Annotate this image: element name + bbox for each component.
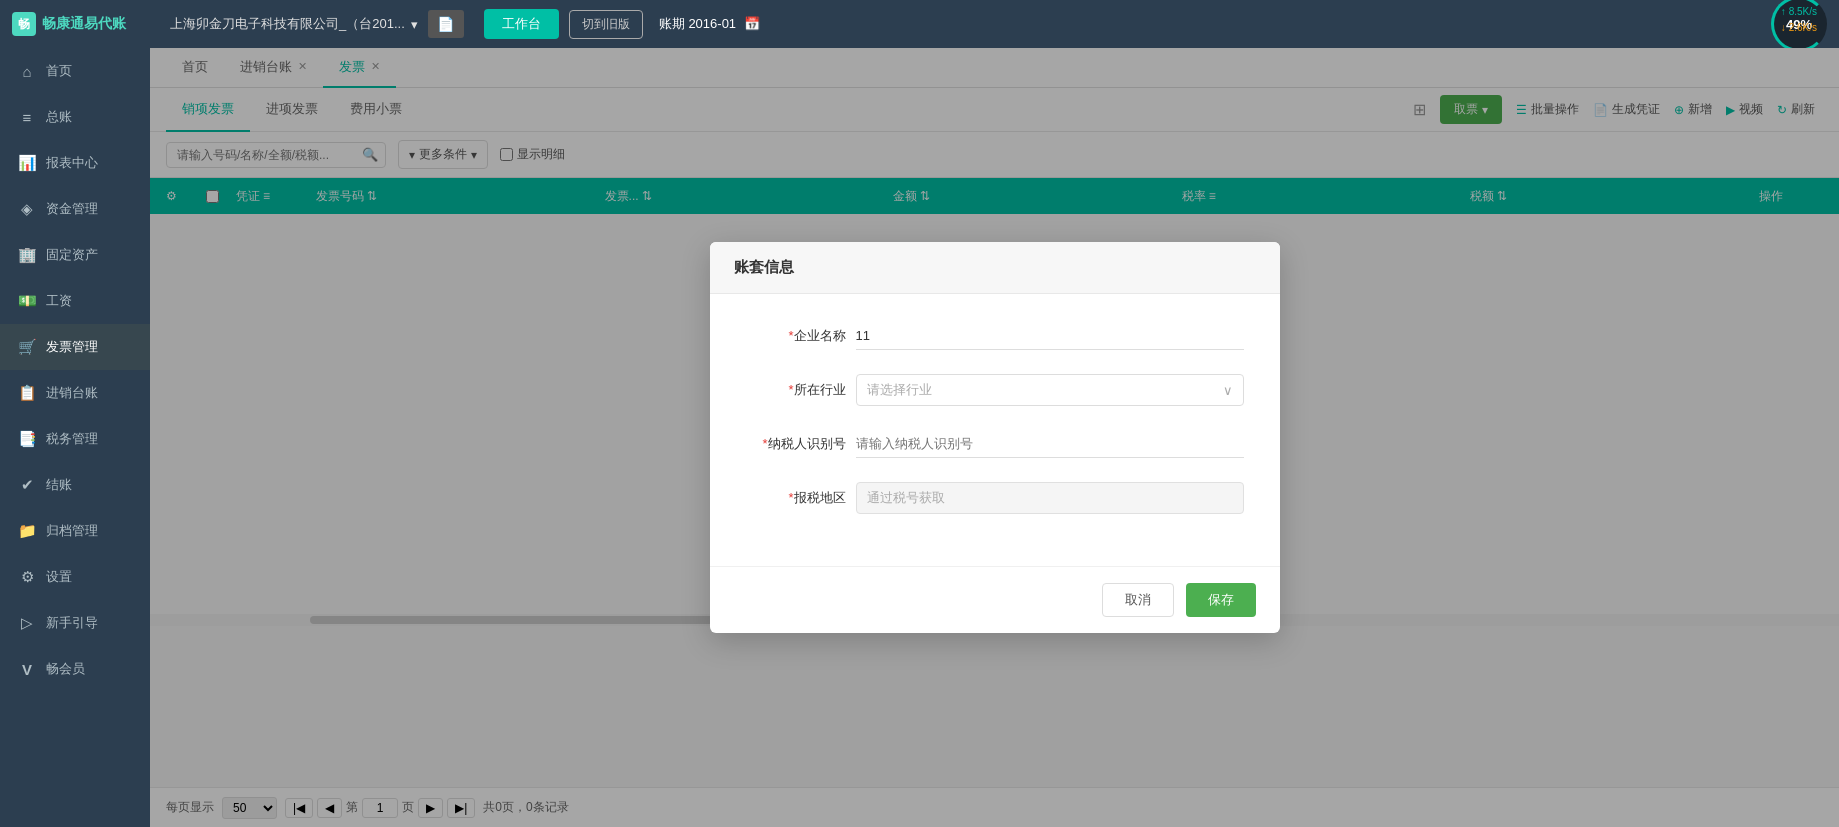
speed-values: ↑ 8.5K/s ↓ 2.6K/s — [1781, 4, 1817, 36]
label-industry: *所在行业 — [746, 381, 856, 399]
industry-placeholder: 请选择行业 — [867, 381, 932, 399]
company-selector[interactable]: 上海卯金刀电子科技有限公司_（台201... ▾ — [170, 15, 418, 33]
sidebar-label-salary: 工资 — [46, 292, 72, 310]
sidebar-item-settings[interactable]: ⚙ 设置 — [0, 554, 150, 600]
archive-icon: 📁 — [18, 522, 36, 540]
document-icon: 📄 — [428, 10, 464, 38]
form-row-tax-id: *纳税人识别号 — [746, 430, 1244, 458]
sidebar-label-home: 首页 — [46, 62, 72, 80]
industry-chevron-icon: ∨ — [1223, 383, 1233, 398]
calendar-icon[interactable]: 📅 — [744, 16, 760, 31]
label-company-name: *企业名称 — [746, 327, 856, 345]
network-widget: 49% ↑ 8.5K/s ↓ 2.6K/s — [1771, 0, 1827, 52]
reports-icon: 📊 — [18, 154, 36, 172]
sidebar-item-ledger[interactable]: ≡ 总账 — [0, 94, 150, 140]
sidebar-item-purchase[interactable]: 📋 进销台账 — [0, 370, 150, 416]
form-row-industry: *所在行业 请选择行业 ∨ — [746, 374, 1244, 406]
sidebar-label-close: 结账 — [46, 476, 72, 494]
workbench-button[interactable]: 工作台 — [484, 9, 559, 39]
cancel-button[interactable]: 取消 — [1102, 583, 1174, 617]
select-industry[interactable]: 请选择行业 ∨ — [856, 374, 1244, 406]
sidebar: ⌂ 首页 ≡ 总账 📊 报表中心 ◈ 资金管理 🏢 固定资产 💵 工资 🛒 发票… — [0, 48, 150, 827]
form-row-company-name: *企业名称 — [746, 322, 1244, 350]
modal-account-info: 账套信息 *企业名称 *所在行业 请选择行业 ∨ — [710, 242, 1280, 633]
sidebar-item-tax[interactable]: 📑 税务管理 — [0, 416, 150, 462]
logo-icon: 畅 — [12, 12, 36, 36]
sidebar-item-close[interactable]: ✔ 结账 — [0, 462, 150, 508]
member-icon: V — [18, 660, 36, 678]
invoices-icon: 🛒 — [18, 338, 36, 356]
label-tax-id: *纳税人识别号 — [746, 435, 856, 453]
required-star-2: * — [788, 382, 793, 397]
logo: 畅 畅康通易代账 — [12, 12, 162, 36]
modal-body: *企业名称 *所在行业 请选择行业 ∨ *纳税人识别号 — [710, 294, 1280, 566]
form-row-tax-region: *报税地区 通过税号获取 — [746, 482, 1244, 514]
sidebar-item-home[interactable]: ⌂ 首页 — [0, 48, 150, 94]
purchase-icon: 📋 — [18, 384, 36, 402]
company-dropdown-icon: ▾ — [411, 17, 418, 32]
guide-icon: ▷ — [18, 614, 36, 632]
sidebar-label-archive: 归档管理 — [46, 522, 98, 540]
close-accounts-icon: ✔ — [18, 476, 36, 494]
company-name: 上海卯金刀电子科技有限公司_（台201... — [170, 15, 405, 33]
sidebar-label-funds: 资金管理 — [46, 200, 98, 218]
required-star-3: * — [762, 436, 767, 451]
modal-title: 账套信息 — [710, 242, 1280, 294]
sidebar-label-guide: 新手引导 — [46, 614, 98, 632]
sidebar-item-funds[interactable]: ◈ 资金管理 — [0, 186, 150, 232]
upload-speed: ↑ 8.5K/s — [1781, 4, 1817, 20]
sidebar-label-purchase: 进销台账 — [46, 384, 98, 402]
sidebar-label-reports: 报表中心 — [46, 154, 98, 172]
input-tax-id[interactable] — [856, 430, 1244, 458]
modal-overlay: 账套信息 *企业名称 *所在行业 请选择行业 ∨ — [150, 48, 1839, 827]
settings-icon: ⚙ — [18, 568, 36, 586]
download-speed: ↓ 2.6K/s — [1781, 20, 1817, 36]
assets-icon: 🏢 — [18, 246, 36, 264]
save-button[interactable]: 保存 — [1186, 583, 1256, 617]
input-company-name[interactable] — [856, 322, 1244, 350]
topbar-right: 49% ↑ 8.5K/s ↓ 2.6K/s — [1771, 0, 1827, 52]
required-star-4: * — [788, 490, 793, 505]
tax-icon: 📑 — [18, 430, 36, 448]
salary-icon: 💵 — [18, 292, 36, 310]
sidebar-item-guide[interactable]: ▷ 新手引导 — [0, 600, 150, 646]
sidebar-item-archive[interactable]: 📁 归档管理 — [0, 508, 150, 554]
sidebar-label-settings: 设置 — [46, 568, 72, 586]
sidebar-label-tax: 税务管理 — [46, 430, 98, 448]
ledger-icon: ≡ — [18, 108, 36, 126]
modal-footer: 取消 保存 — [710, 566, 1280, 633]
sidebar-label-ledger: 总账 — [46, 108, 72, 126]
sidebar-item-salary[interactable]: 💵 工资 — [0, 278, 150, 324]
input-tax-region-disabled: 通过税号获取 — [856, 482, 1244, 514]
required-star: * — [788, 328, 793, 343]
sidebar-label-invoices: 发票管理 — [46, 338, 98, 356]
funds-icon: ◈ — [18, 200, 36, 218]
label-tax-region: *报税地区 — [746, 489, 856, 507]
period-label: 账期 2016-01 📅 — [659, 15, 760, 33]
sidebar-label-member: 畅会员 — [46, 660, 85, 678]
home-icon: ⌂ — [18, 62, 36, 80]
sidebar-item-member[interactable]: V 畅会员 — [0, 646, 150, 692]
logo-text: 畅康通易代账 — [42, 15, 126, 33]
sidebar-item-reports[interactable]: 📊 报表中心 — [0, 140, 150, 186]
topbar: 畅 畅康通易代账 上海卯金刀电子科技有限公司_（台201... ▾ 📄 工作台 … — [0, 0, 1839, 48]
sidebar-item-assets[interactable]: 🏢 固定资产 — [0, 232, 150, 278]
sidebar-label-assets: 固定资产 — [46, 246, 98, 264]
sidebar-item-invoices[interactable]: 🛒 发票管理 — [0, 324, 150, 370]
old-ver-button[interactable]: 切到旧版 — [569, 10, 643, 39]
